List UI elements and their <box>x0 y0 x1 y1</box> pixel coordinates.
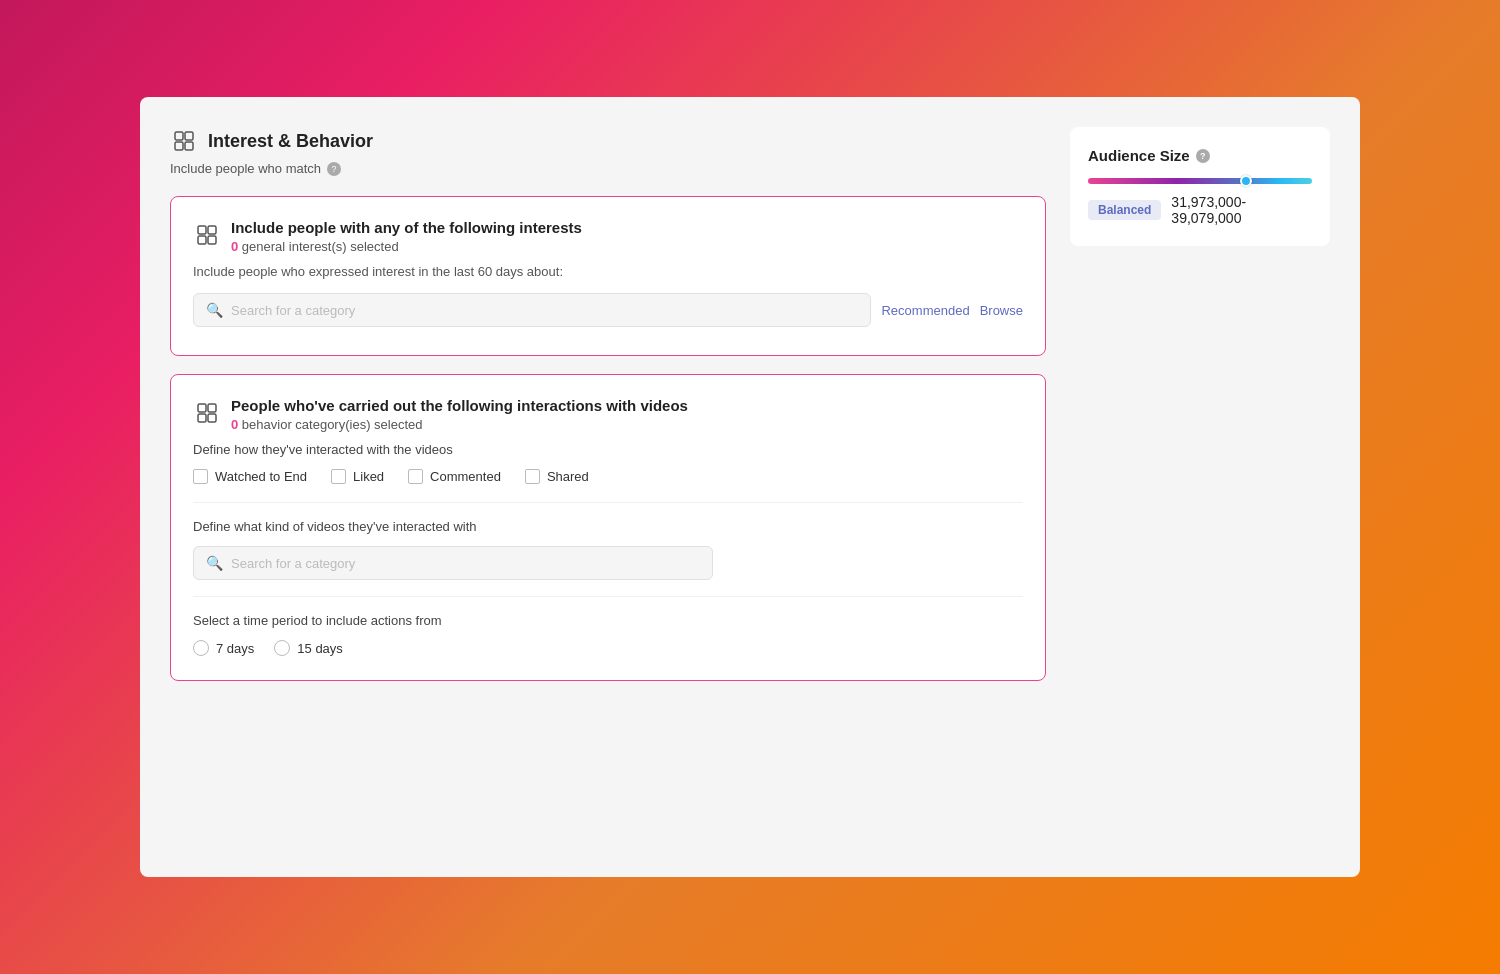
svg-rect-10 <box>198 414 206 422</box>
audience-help-icon[interactable]: ? <box>1196 149 1210 163</box>
subtitle-text: Include people who match <box>170 161 321 176</box>
checkbox-shared-box[interactable] <box>525 469 540 484</box>
checkbox-liked-label: Liked <box>353 469 384 484</box>
card1-description: Include people who expressed interest in… <box>193 264 1023 279</box>
svg-rect-0 <box>175 132 183 140</box>
svg-rect-3 <box>185 142 193 150</box>
card2-search-wrapper: 🔍 Search for a category <box>193 546 713 580</box>
card1-badge: 0 general interest(s) selected <box>231 239 582 254</box>
audience-balance-row: Balanced 31,973,000-39,079,000 <box>1088 194 1312 226</box>
card2-badge-count: 0 <box>231 417 238 432</box>
checkbox-watched-box[interactable] <box>193 469 208 484</box>
radio-7days[interactable]: 7 days <box>193 640 254 656</box>
card2-badge: 0 behavior category(ies) selected <box>231 417 688 432</box>
divider-2 <box>193 596 1023 597</box>
svg-rect-4 <box>198 226 206 234</box>
video-kind-label: Define what kind of videos they've inter… <box>193 519 1023 534</box>
interactions-icon <box>193 399 221 427</box>
interests-icon <box>193 221 221 249</box>
card1-search-row: 🔍 Search for a category Recommended Brow… <box>193 293 1023 327</box>
svg-rect-11 <box>208 414 216 422</box>
card2-title-group: People who've carried out the following … <box>231 397 688 432</box>
checkbox-watched[interactable]: Watched to End <box>193 469 307 484</box>
card1-title-group: Include people with any of the following… <box>231 219 582 254</box>
svg-rect-1 <box>185 132 193 140</box>
interactions-card: People who've carried out the following … <box>170 374 1046 681</box>
time-period-label: Select a time period to include actions … <box>193 613 1023 628</box>
svg-rect-9 <box>208 404 216 412</box>
radio-7days-label: 7 days <box>216 641 254 656</box>
card2-search-placeholder: Search for a category <box>231 556 700 571</box>
interests-card: Include people with any of the following… <box>170 196 1046 356</box>
help-icon[interactable]: ? <box>327 162 341 176</box>
svg-rect-2 <box>175 142 183 150</box>
card2-title: People who've carried out the following … <box>231 397 688 414</box>
left-panel: Interest & Behavior Include people who m… <box>170 127 1046 847</box>
subtitle-row: Include people who match ? <box>170 161 1046 176</box>
divider-1 <box>193 502 1023 503</box>
checkbox-commented-box[interactable] <box>408 469 423 484</box>
card2-badge-text: behavior category(ies) selected <box>242 417 423 432</box>
recommended-button[interactable]: Recommended <box>881 303 969 318</box>
checkbox-liked[interactable]: Liked <box>331 469 384 484</box>
checkbox-row: Watched to End Liked Commented Shared <box>193 469 1023 484</box>
audience-range: 31,973,000-39,079,000 <box>1171 194 1312 226</box>
checkbox-commented-label: Commented <box>430 469 501 484</box>
main-container: Interest & Behavior Include people who m… <box>140 97 1360 877</box>
gauge-bar <box>1088 178 1312 184</box>
svg-rect-8 <box>198 404 206 412</box>
page-title: Interest & Behavior <box>208 131 373 152</box>
page-header: Interest & Behavior <box>170 127 1046 155</box>
svg-rect-5 <box>208 226 216 234</box>
card1-badge-count: 0 <box>231 239 238 254</box>
card1-search-wrapper: 🔍 Search for a category <box>193 293 871 327</box>
checkbox-shared-label: Shared <box>547 469 589 484</box>
card2-search-row: 🔍 Search for a category <box>193 546 1023 580</box>
card1-title: Include people with any of the following… <box>231 219 582 236</box>
radio-15days-label: 15 days <box>297 641 343 656</box>
audience-title-text: Audience Size <box>1088 147 1190 164</box>
radio-15days[interactable]: 15 days <box>274 640 343 656</box>
right-panel: Audience Size ? Balanced 31,973,000-39,0… <box>1070 127 1330 246</box>
browse-button[interactable]: Browse <box>980 303 1023 318</box>
interest-behavior-icon <box>170 127 198 155</box>
gauge-indicator <box>1240 175 1252 187</box>
svg-rect-6 <box>198 236 206 244</box>
svg-rect-7 <box>208 236 216 244</box>
interaction-label: Define how they've interacted with the v… <box>193 442 1023 457</box>
card1-badge-text: general interest(s) selected <box>242 239 399 254</box>
card2-header: People who've carried out the following … <box>193 397 1023 432</box>
checkbox-liked-box[interactable] <box>331 469 346 484</box>
card1-header: Include people with any of the following… <box>193 219 1023 254</box>
checkbox-commented[interactable]: Commented <box>408 469 501 484</box>
audience-title: Audience Size ? <box>1088 147 1312 164</box>
balance-tag: Balanced <box>1088 200 1161 220</box>
checkbox-watched-label: Watched to End <box>215 469 307 484</box>
checkbox-shared[interactable]: Shared <box>525 469 589 484</box>
radio-row: 7 days 15 days <box>193 640 1023 656</box>
radio-7days-circle[interactable] <box>193 640 209 656</box>
radio-15days-circle[interactable] <box>274 640 290 656</box>
card1-search-placeholder: Search for a category <box>231 303 858 318</box>
